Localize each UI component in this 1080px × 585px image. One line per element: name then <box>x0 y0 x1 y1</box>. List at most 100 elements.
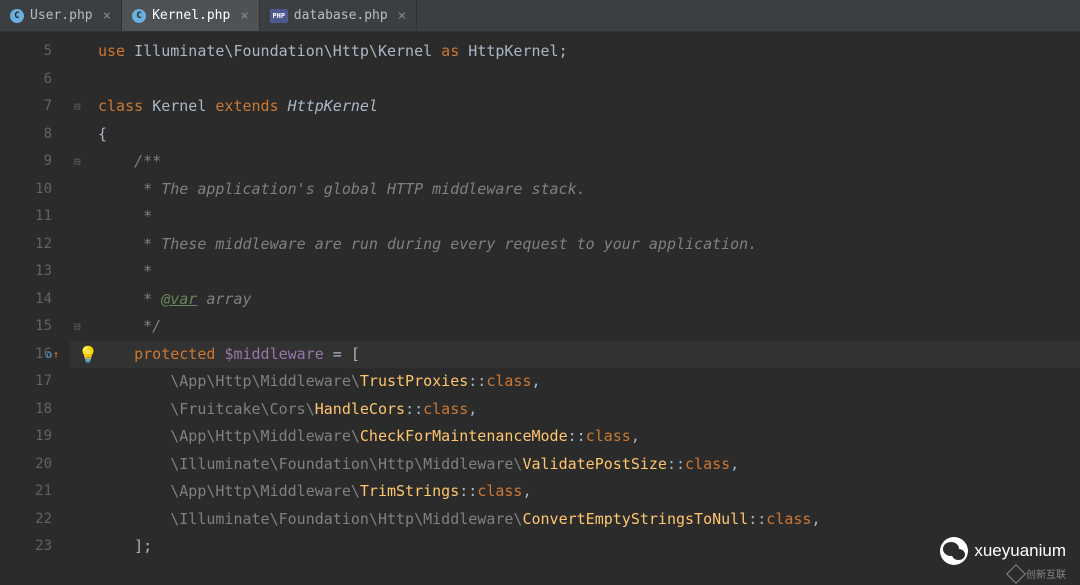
code-line[interactable]: { <box>70 121 1080 149</box>
fold-icon[interactable]: ⊟ <box>74 93 81 121</box>
line-number[interactable]: 23 <box>0 533 52 561</box>
code-line[interactable]: \App\Http\Middleware\CheckForMaintenance… <box>70 423 1080 451</box>
token-str: class <box>766 510 811 528</box>
token-str: class <box>685 455 730 473</box>
line-number[interactable]: 11 <box>0 203 52 231</box>
code-line[interactable]: ⊟ /** <box>70 148 1080 176</box>
token-kw: protected <box>134 345 224 363</box>
close-icon[interactable]: × <box>398 8 406 24</box>
code-line[interactable]: * The application's global HTTP middlewa… <box>70 176 1080 204</box>
token-punct: , <box>522 482 531 500</box>
token-cls: Illuminate\Foundation\Http\Kernel <box>134 42 441 60</box>
token-var: $middleware <box>224 345 323 363</box>
token-punct: :: <box>667 455 685 473</box>
tab-database-php[interactable]: PHPdatabase.php× <box>260 0 417 31</box>
code-line[interactable]: \Fruitcake\Cors\HandleCors::class, <box>70 396 1080 424</box>
token-cls: HttpKernel <box>468 42 558 60</box>
code-line[interactable]: use Illuminate\Foundation\Http\Kernel as… <box>70 38 1080 66</box>
close-icon[interactable]: × <box>240 8 248 24</box>
token-ns: \Illuminate\Foundation\Http\Middleware\ <box>170 455 522 473</box>
token-punct: , <box>631 427 640 445</box>
tab-label: database.php <box>294 8 388 23</box>
token-punct: , <box>468 400 477 418</box>
code-line[interactable]: * <box>70 203 1080 231</box>
line-number[interactable]: 20 <box>0 451 52 479</box>
code-line[interactable]: \Illuminate\Foundation\Http\Middleware\C… <box>70 506 1080 534</box>
fold-icon[interactable]: ⊟ <box>74 313 81 341</box>
watermark: xueyuanium <box>940 537 1066 565</box>
close-icon[interactable]: × <box>103 8 111 24</box>
token-punct: :: <box>468 372 486 390</box>
line-number[interactable]: 22 <box>0 506 52 534</box>
line-number[interactable]: 5 <box>0 38 52 66</box>
token-ns: \App\Http\Middleware\ <box>170 372 360 390</box>
code-line[interactable]: \App\Http\Middleware\TrustProxies::class… <box>70 368 1080 396</box>
code-line[interactable]: * <box>70 258 1080 286</box>
line-number[interactable]: 10 <box>0 176 52 204</box>
class-file-icon: C <box>10 9 24 23</box>
token-comment: /** <box>134 152 161 170</box>
token-kw: as <box>441 42 468 60</box>
token-str: class <box>423 400 468 418</box>
line-number[interactable]: 13 <box>0 258 52 286</box>
editor-tabs: CUser.php×CKernel.php×PHPdatabase.php× <box>0 0 1080 32</box>
code-line[interactable]: * @var array <box>70 286 1080 314</box>
token-comment: * <box>134 262 152 280</box>
token-punct: :: <box>568 427 586 445</box>
line-number[interactable]: 19 <box>0 423 52 451</box>
token-str: class <box>477 482 522 500</box>
code-line[interactable]: 💡 protected $middleware = [ <box>70 341 1080 369</box>
token-plain <box>98 262 134 280</box>
token-plain <box>98 345 134 363</box>
token-plain <box>98 180 134 198</box>
token-method: HandleCors <box>315 400 405 418</box>
line-number[interactable]: 7 <box>0 93 52 121</box>
editor-pane: 5678910111213141516o↑17181920212223 use … <box>0 32 1080 585</box>
line-number[interactable]: 14 <box>0 286 52 314</box>
code-line[interactable] <box>70 66 1080 94</box>
line-number[interactable]: 16o↑ <box>0 341 52 369</box>
line-number[interactable]: 6 <box>0 66 52 94</box>
line-number[interactable]: 17 <box>0 368 52 396</box>
token-comment: * <box>134 290 161 308</box>
token-plain <box>98 455 170 473</box>
code-line[interactable]: ]; <box>70 533 1080 561</box>
code-area[interactable]: use Illuminate\Foundation\Http\Kernel as… <box>70 32 1080 585</box>
class-file-icon: C <box>132 9 146 23</box>
code-line[interactable]: ⊟ */ <box>70 313 1080 341</box>
line-number[interactable]: 9 <box>0 148 52 176</box>
code-line[interactable]: * These middleware are run during every … <box>70 231 1080 259</box>
token-punct: :: <box>459 482 477 500</box>
tab-kernel-php[interactable]: CKernel.php× <box>122 0 260 31</box>
code-line[interactable]: \Illuminate\Foundation\Http\Middleware\V… <box>70 451 1080 479</box>
line-number[interactable]: 15 <box>0 313 52 341</box>
token-plain <box>98 207 134 225</box>
token-comment: * The application's global HTTP middlewa… <box>134 180 586 198</box>
token-plain: = [ <box>324 345 360 363</box>
token-plain <box>98 152 134 170</box>
intention-bulb-icon[interactable]: 💡 <box>78 341 98 369</box>
line-number[interactable]: 8 <box>0 121 52 149</box>
brand-logo-icon <box>1006 564 1026 584</box>
code-line[interactable]: \App\Http\Middleware\TrimStrings::class, <box>70 478 1080 506</box>
token-plain <box>98 427 170 445</box>
fold-icon[interactable]: ⊟ <box>74 148 81 176</box>
token-plain <box>98 235 134 253</box>
token-punct: , <box>532 372 541 390</box>
token-plain: ]; <box>98 537 152 555</box>
line-number[interactable]: 21 <box>0 478 52 506</box>
token-plain <box>98 317 134 335</box>
token-plain <box>98 290 134 308</box>
token-punct: { <box>98 125 107 143</box>
line-number[interactable]: 18 <box>0 396 52 424</box>
token-cls: Kernel <box>152 97 215 115</box>
code-line[interactable]: ⊟class Kernel extends HttpKernel <box>70 93 1080 121</box>
token-kw: use <box>98 42 134 60</box>
token-kw: class <box>98 97 152 115</box>
token-ns: \Fruitcake\Cors\ <box>170 400 315 418</box>
line-number[interactable]: 12 <box>0 231 52 259</box>
token-punct: ; <box>559 42 568 60</box>
token-ns: \Illuminate\Foundation\Http\Middleware\ <box>170 510 522 528</box>
token-str: class <box>486 372 531 390</box>
tab-user-php[interactable]: CUser.php× <box>0 0 122 31</box>
